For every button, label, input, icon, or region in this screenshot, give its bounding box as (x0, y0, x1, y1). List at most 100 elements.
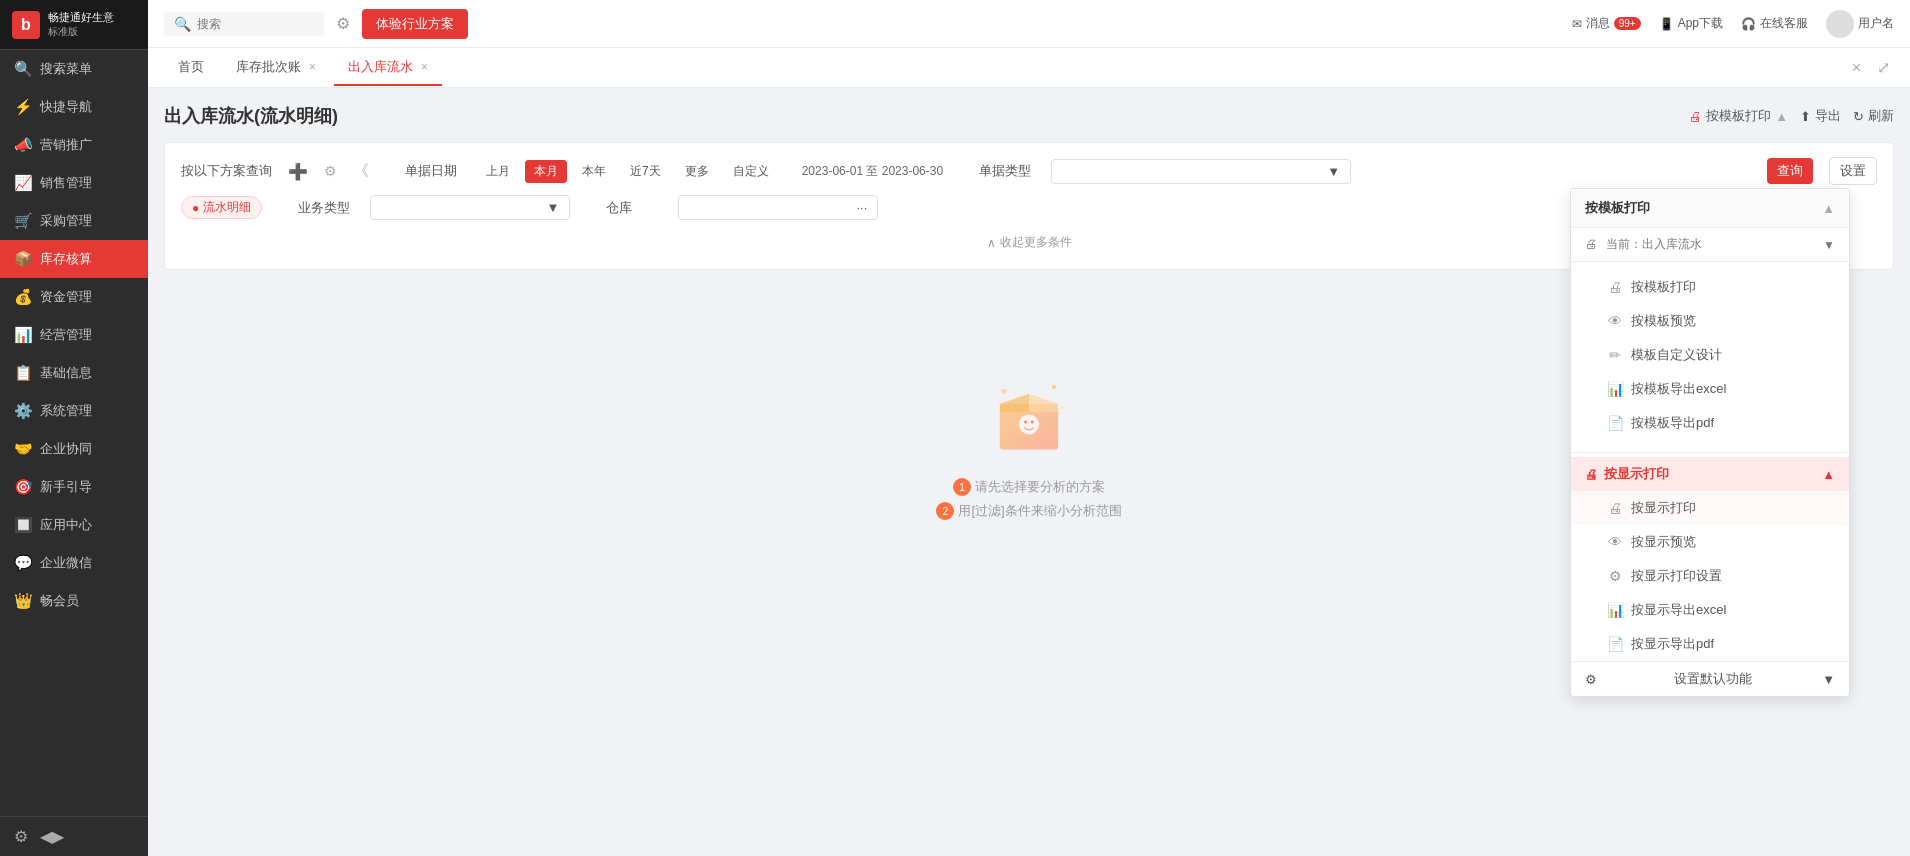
warehouse-more-icon: ··· (856, 200, 867, 215)
collapse-sidebar-icon[interactable]: ◀▶ (40, 827, 64, 846)
dropdown-footer-set-default[interactable]: ⚙ 设置默认功能 ▼ (1571, 661, 1849, 696)
settings-button[interactable]: 设置 (1829, 157, 1877, 185)
display-print-subsection-header[interactable]: 🖨 按显示打印 ▲ (1571, 457, 1849, 491)
collapse-label: 收起更多条件 (1000, 234, 1072, 251)
user-profile-button[interactable]: 用户名 (1826, 10, 1894, 38)
sidebar-item-label-inventory: 库存核算 (40, 250, 92, 268)
date-filter-label: 单据日期 (405, 162, 461, 180)
sidebar-item-label-system: 系统管理 (40, 402, 92, 420)
doc-type-select[interactable]: ▼ (1051, 159, 1351, 184)
topbar-search-input[interactable] (197, 17, 297, 31)
query-button[interactable]: 查询 (1767, 158, 1813, 184)
topbar-search-box[interactable]: 🔍 (164, 12, 324, 36)
tab-home[interactable]: 首页 (164, 50, 218, 86)
topbar-gear-icon[interactable]: ⚙ (336, 14, 350, 33)
date-btn-more[interactable]: 更多 (676, 160, 718, 183)
filter-add-icon[interactable]: ➕ (288, 162, 308, 181)
sidebar-item-label-search: 搜索菜单 (40, 60, 92, 78)
settings-bottom-icon[interactable]: ⚙ (14, 827, 28, 846)
sidebar-item-purchase[interactable]: 🛒 采购管理 (0, 202, 148, 240)
customer-service-button[interactable]: 🎧 在线客服 (1741, 15, 1808, 32)
date-btn-last-month[interactable]: 上月 (477, 160, 519, 183)
sidebar-item-quicknav[interactable]: ⚡ 快捷导航 (0, 88, 148, 126)
dropdown-item-display-print-settings[interactable]: ⚙ 按显示打印设置 (1571, 559, 1849, 593)
dropdown-item-display-preview[interactable]: 👁 按显示预览 (1571, 525, 1849, 559)
biz-type-label: 业务类型 (298, 199, 354, 217)
app-download-button[interactable]: 📱 App下载 (1659, 15, 1723, 32)
dropdown-item-print-template[interactable]: 🖨 按模板打印 (1571, 270, 1849, 304)
dropdown-header-label: 按模板打印 (1585, 199, 1650, 217)
main-content: 🔍 ⚙ 体验行业方案 ✉ 消息 99+ 📱 App下载 🎧 在线客服 用户名 (148, 0, 1910, 856)
set-default-label: 设置默认功能 (1674, 670, 1752, 688)
print-template-button[interactable]: 🖨 按模板打印 ▲ (1689, 107, 1788, 125)
industry-solution-button[interactable]: 体验行业方案 (362, 9, 468, 39)
date-btn-7days[interactable]: 近7天 (621, 160, 670, 183)
biz-type-select[interactable]: ▼ (370, 195, 570, 220)
svg-point-6 (1002, 389, 1007, 394)
sidebar-item-inventory[interactable]: 📦 库存核算 (0, 240, 148, 278)
dropdown-item-preview-template[interactable]: 👁 按模板预览 (1571, 304, 1849, 338)
dropdown-item-export-excel-template[interactable]: 📊 按模板导出excel (1571, 372, 1849, 406)
display-print-items: 🖨 按显示打印 👁 按显示预览 ⚙ 按显示打印设置 📊 按显示导出excel 📄 (1571, 491, 1849, 661)
filter-settings-icon[interactable]: ⚙ (324, 163, 337, 179)
export-pdf-template-item-icon: 📄 (1607, 415, 1623, 431)
dropdown-item-custom-design[interactable]: ✏ 模板自定义设计 (1571, 338, 1849, 372)
dropdown-item-display-export-excel[interactable]: 📊 按显示导出excel (1571, 593, 1849, 627)
dropdown-item-label-display-print-settings: 按显示打印设置 (1631, 567, 1722, 585)
date-btn-this-month[interactable]: 本月 (525, 160, 567, 183)
sidebar-item-wechat[interactable]: 💬 企业微信 (0, 544, 148, 582)
sidebar-item-guide[interactable]: 🎯 新手引导 (0, 468, 148, 506)
date-btn-this-year[interactable]: 本年 (573, 160, 615, 183)
dropdown-item-display-print[interactable]: 🖨 按显示打印 (1571, 491, 1849, 525)
sidebar-item-operation[interactable]: 📊 经营管理 (0, 316, 148, 354)
topbar: 🔍 ⚙ 体验行业方案 ✉ 消息 99+ 📱 App下载 🎧 在线客服 用户名 (148, 0, 1910, 48)
step-num-2: 2 (936, 502, 954, 520)
settings-label: 设置 (1840, 162, 1866, 180)
printer-icon: 🖨 (1689, 109, 1702, 124)
sidebar-item-label-marketing: 营销推广 (40, 136, 92, 154)
sidebar-item-coop[interactable]: 🤝 企业协同 (0, 430, 148, 468)
dropdown-item-label-display-export-excel: 按显示导出excel (1631, 601, 1726, 619)
dropdown-item-label-preview-template: 按模板预览 (1631, 312, 1696, 330)
tab-inout-flow-close[interactable]: × (421, 60, 428, 74)
dropdown-item-export-pdf-template[interactable]: 📄 按模板导出pdf (1571, 406, 1849, 440)
filter-collapse-icon[interactable]: 《 (353, 161, 369, 182)
dropdown-item-label-print-template: 按模板打印 (1631, 278, 1696, 296)
warehouse-select[interactable]: ··· (678, 195, 878, 220)
window-close-button[interactable]: × (1848, 57, 1865, 79)
topbar-search-icon: 🔍 (174, 16, 191, 32)
sidebar-item-sales[interactable]: 📈 销售管理 (0, 164, 148, 202)
inventory-icon: 📦 (14, 250, 32, 268)
page-actions: 🖨 按模板打印 ▲ ⬆ 导出 ↻ 刷新 (1689, 107, 1894, 125)
user-name-label: 用户名 (1858, 15, 1894, 32)
date-btn-custom[interactable]: 自定义 (724, 160, 778, 183)
tab-inout-flow[interactable]: 出入库流水 × (334, 50, 442, 86)
sidebar-item-appcenter[interactable]: 🔲 应用中心 (0, 506, 148, 544)
svg-point-8 (1061, 406, 1064, 409)
message-button[interactable]: ✉ 消息 99+ (1572, 15, 1641, 32)
customer-service-label: 在线客服 (1760, 15, 1808, 32)
export-button[interactable]: ⬆ 导出 (1800, 107, 1841, 125)
coop-icon: 🤝 (14, 440, 32, 458)
sidebar-item-vip[interactable]: 👑 畅会员 (0, 582, 148, 620)
sidebar-item-marketing[interactable]: 📣 营销推广 (0, 126, 148, 164)
sidebar-item-system[interactable]: ⚙️ 系统管理 (0, 392, 148, 430)
sidebar-item-finance[interactable]: 💰 资金管理 (0, 278, 148, 316)
active-filter-tag[interactable]: ● 流水明细 (181, 196, 262, 219)
dropdown-divider (1571, 452, 1849, 453)
message-badge: 99+ (1614, 17, 1641, 30)
refresh-button[interactable]: ↻ 刷新 (1853, 107, 1894, 125)
doc-type-chevron-down-icon: ▼ (1327, 164, 1340, 179)
tab-inventory-batch-label: 库存批次账 (236, 58, 301, 76)
sidebar-item-label-operation: 经营管理 (40, 326, 92, 344)
tab-inventory-batch[interactable]: 库存批次账 × (222, 50, 330, 86)
page-content-area: 出入库流水(流水明细) 🖨 按模板打印 ▲ ⬆ 导出 ↻ 刷新 (148, 88, 1910, 856)
window-expand-button[interactable]: ⤢ (1873, 56, 1894, 79)
page-header: 出入库流水(流水明细) 🖨 按模板打印 ▲ ⬆ 导出 ↻ 刷新 (164, 104, 1894, 128)
marketing-icon: 📣 (14, 136, 32, 154)
sidebar-item-search[interactable]: 🔍 搜索菜单 (0, 50, 148, 88)
dropdown-item-display-export-pdf[interactable]: 📄 按显示导出pdf (1571, 627, 1849, 661)
tab-inventory-batch-close[interactable]: × (309, 60, 316, 74)
date-range-display: 2023-06-01 至 2023-06-30 (802, 163, 943, 180)
sidebar-item-basic[interactable]: 📋 基础信息 (0, 354, 148, 392)
